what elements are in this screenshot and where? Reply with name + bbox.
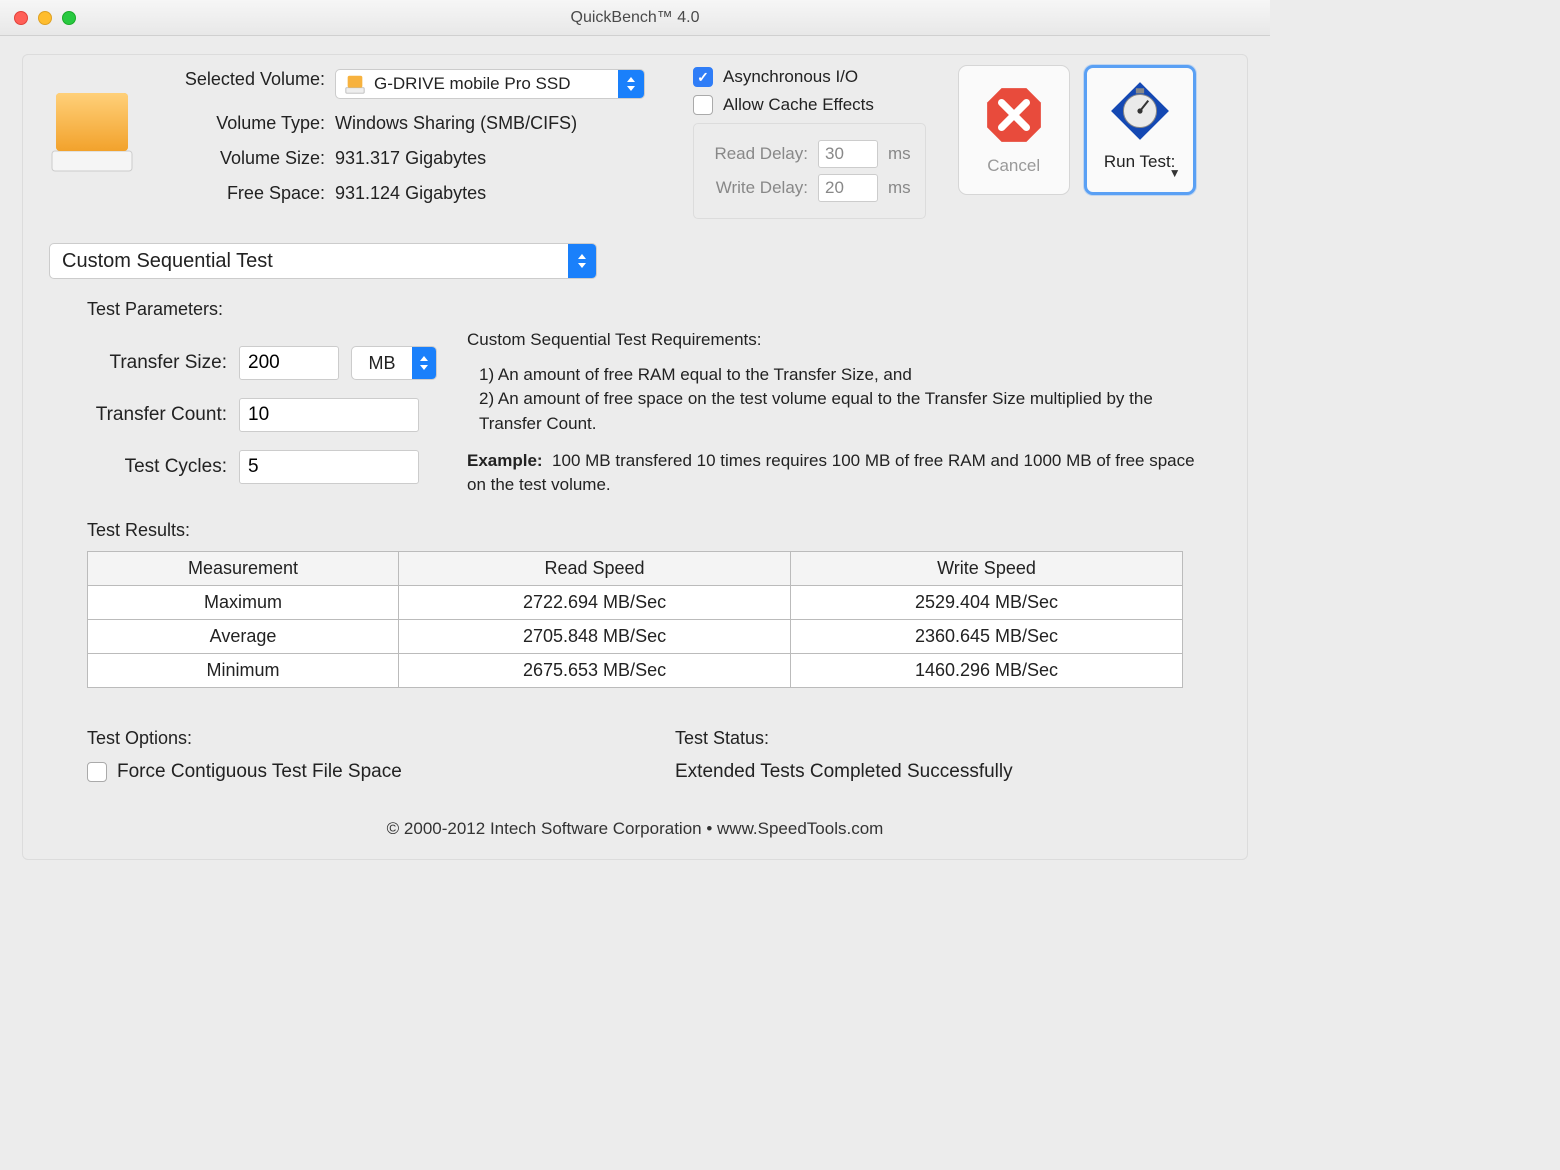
async-io-checkbox[interactable]	[693, 67, 713, 87]
volume-icon	[37, 69, 147, 189]
read-delay-input[interactable]	[818, 140, 878, 168]
test-cycles-label: Test Cycles:	[67, 456, 227, 478]
volume-type-label: Volume Type:	[165, 113, 335, 134]
dropdown-arrows-icon	[412, 346, 436, 380]
volume-size-value: 931.317 Gigabytes	[335, 148, 655, 169]
dropdown-arrows-icon	[568, 243, 596, 279]
stopwatch-icon	[1109, 80, 1171, 142]
test-parameters-heading: Test Parameters:	[87, 299, 1233, 320]
ms-label: ms	[888, 144, 911, 164]
test-status-heading: Test Status:	[675, 728, 1183, 749]
table-header-row: Measurement Read Speed Write Speed	[88, 552, 1183, 586]
transfer-count-input[interactable]	[239, 398, 419, 432]
volume-select[interactable]: G-DRIVE mobile Pro SSD	[335, 69, 645, 99]
ms-label: ms	[888, 178, 911, 198]
free-space-label: Free Space:	[165, 183, 335, 204]
async-io-label: Asynchronous I/O	[723, 67, 858, 87]
force-contiguous-checkbox[interactable]	[87, 762, 107, 782]
titlebar: QuickBench™ 4.0	[0, 0, 1270, 36]
cache-effects-checkbox[interactable]	[693, 95, 713, 115]
test-type-select[interactable]: Custom Sequential Test	[49, 243, 597, 279]
window-title: QuickBench™ 4.0	[0, 9, 1270, 27]
test-status-value: Extended Tests Completed Successfully	[675, 761, 1183, 783]
table-row: Average2705.848 MB/Sec2360.645 MB/Sec	[88, 620, 1183, 654]
force-contiguous-label: Force Contiguous Test File Space	[117, 761, 402, 783]
test-cycles-input[interactable]	[239, 450, 419, 484]
transfer-size-label: Transfer Size:	[67, 352, 227, 374]
selected-volume-label: Selected Volume:	[165, 69, 335, 99]
cancel-icon	[983, 84, 1045, 146]
volume-size-label: Volume Size:	[165, 148, 335, 169]
cancel-button[interactable]: Cancel	[958, 65, 1070, 195]
run-test-button[interactable]: Run Test: ▼	[1084, 65, 1196, 195]
table-row: Maximum2722.694 MB/Sec2529.404 MB/Sec	[88, 586, 1183, 620]
write-delay-label: Write Delay:	[708, 178, 808, 198]
results-table: Measurement Read Speed Write Speed Maxim…	[87, 551, 1183, 688]
transfer-count-label: Transfer Count:	[67, 404, 227, 426]
transfer-size-input[interactable]	[239, 346, 339, 380]
footer-text: © 2000-2012 Intech Software Corporation …	[37, 819, 1233, 839]
write-delay-input[interactable]	[818, 174, 878, 202]
test-results-heading: Test Results:	[87, 520, 1183, 541]
cache-effects-label: Allow Cache Effects	[723, 95, 874, 115]
transfer-size-unit-select[interactable]: MB	[351, 346, 437, 380]
dropdown-triangle-icon: ▼	[1169, 166, 1181, 180]
dropdown-arrows-icon	[618, 69, 644, 99]
read-delay-label: Read Delay:	[708, 144, 808, 164]
volume-select-value: G-DRIVE mobile Pro SSD	[374, 74, 618, 94]
volume-type-value: Windows Sharing (SMB/CIFS)	[335, 113, 655, 134]
test-type-value: Custom Sequential Test	[50, 250, 568, 273]
table-row: Minimum2675.653 MB/Sec1460.296 MB/Sec	[88, 654, 1183, 688]
free-space-value: 931.124 Gigabytes	[335, 183, 655, 204]
test-options-heading: Test Options:	[87, 728, 595, 749]
requirements-text: Custom Sequential Test Requirements: 1) …	[467, 328, 1203, 502]
